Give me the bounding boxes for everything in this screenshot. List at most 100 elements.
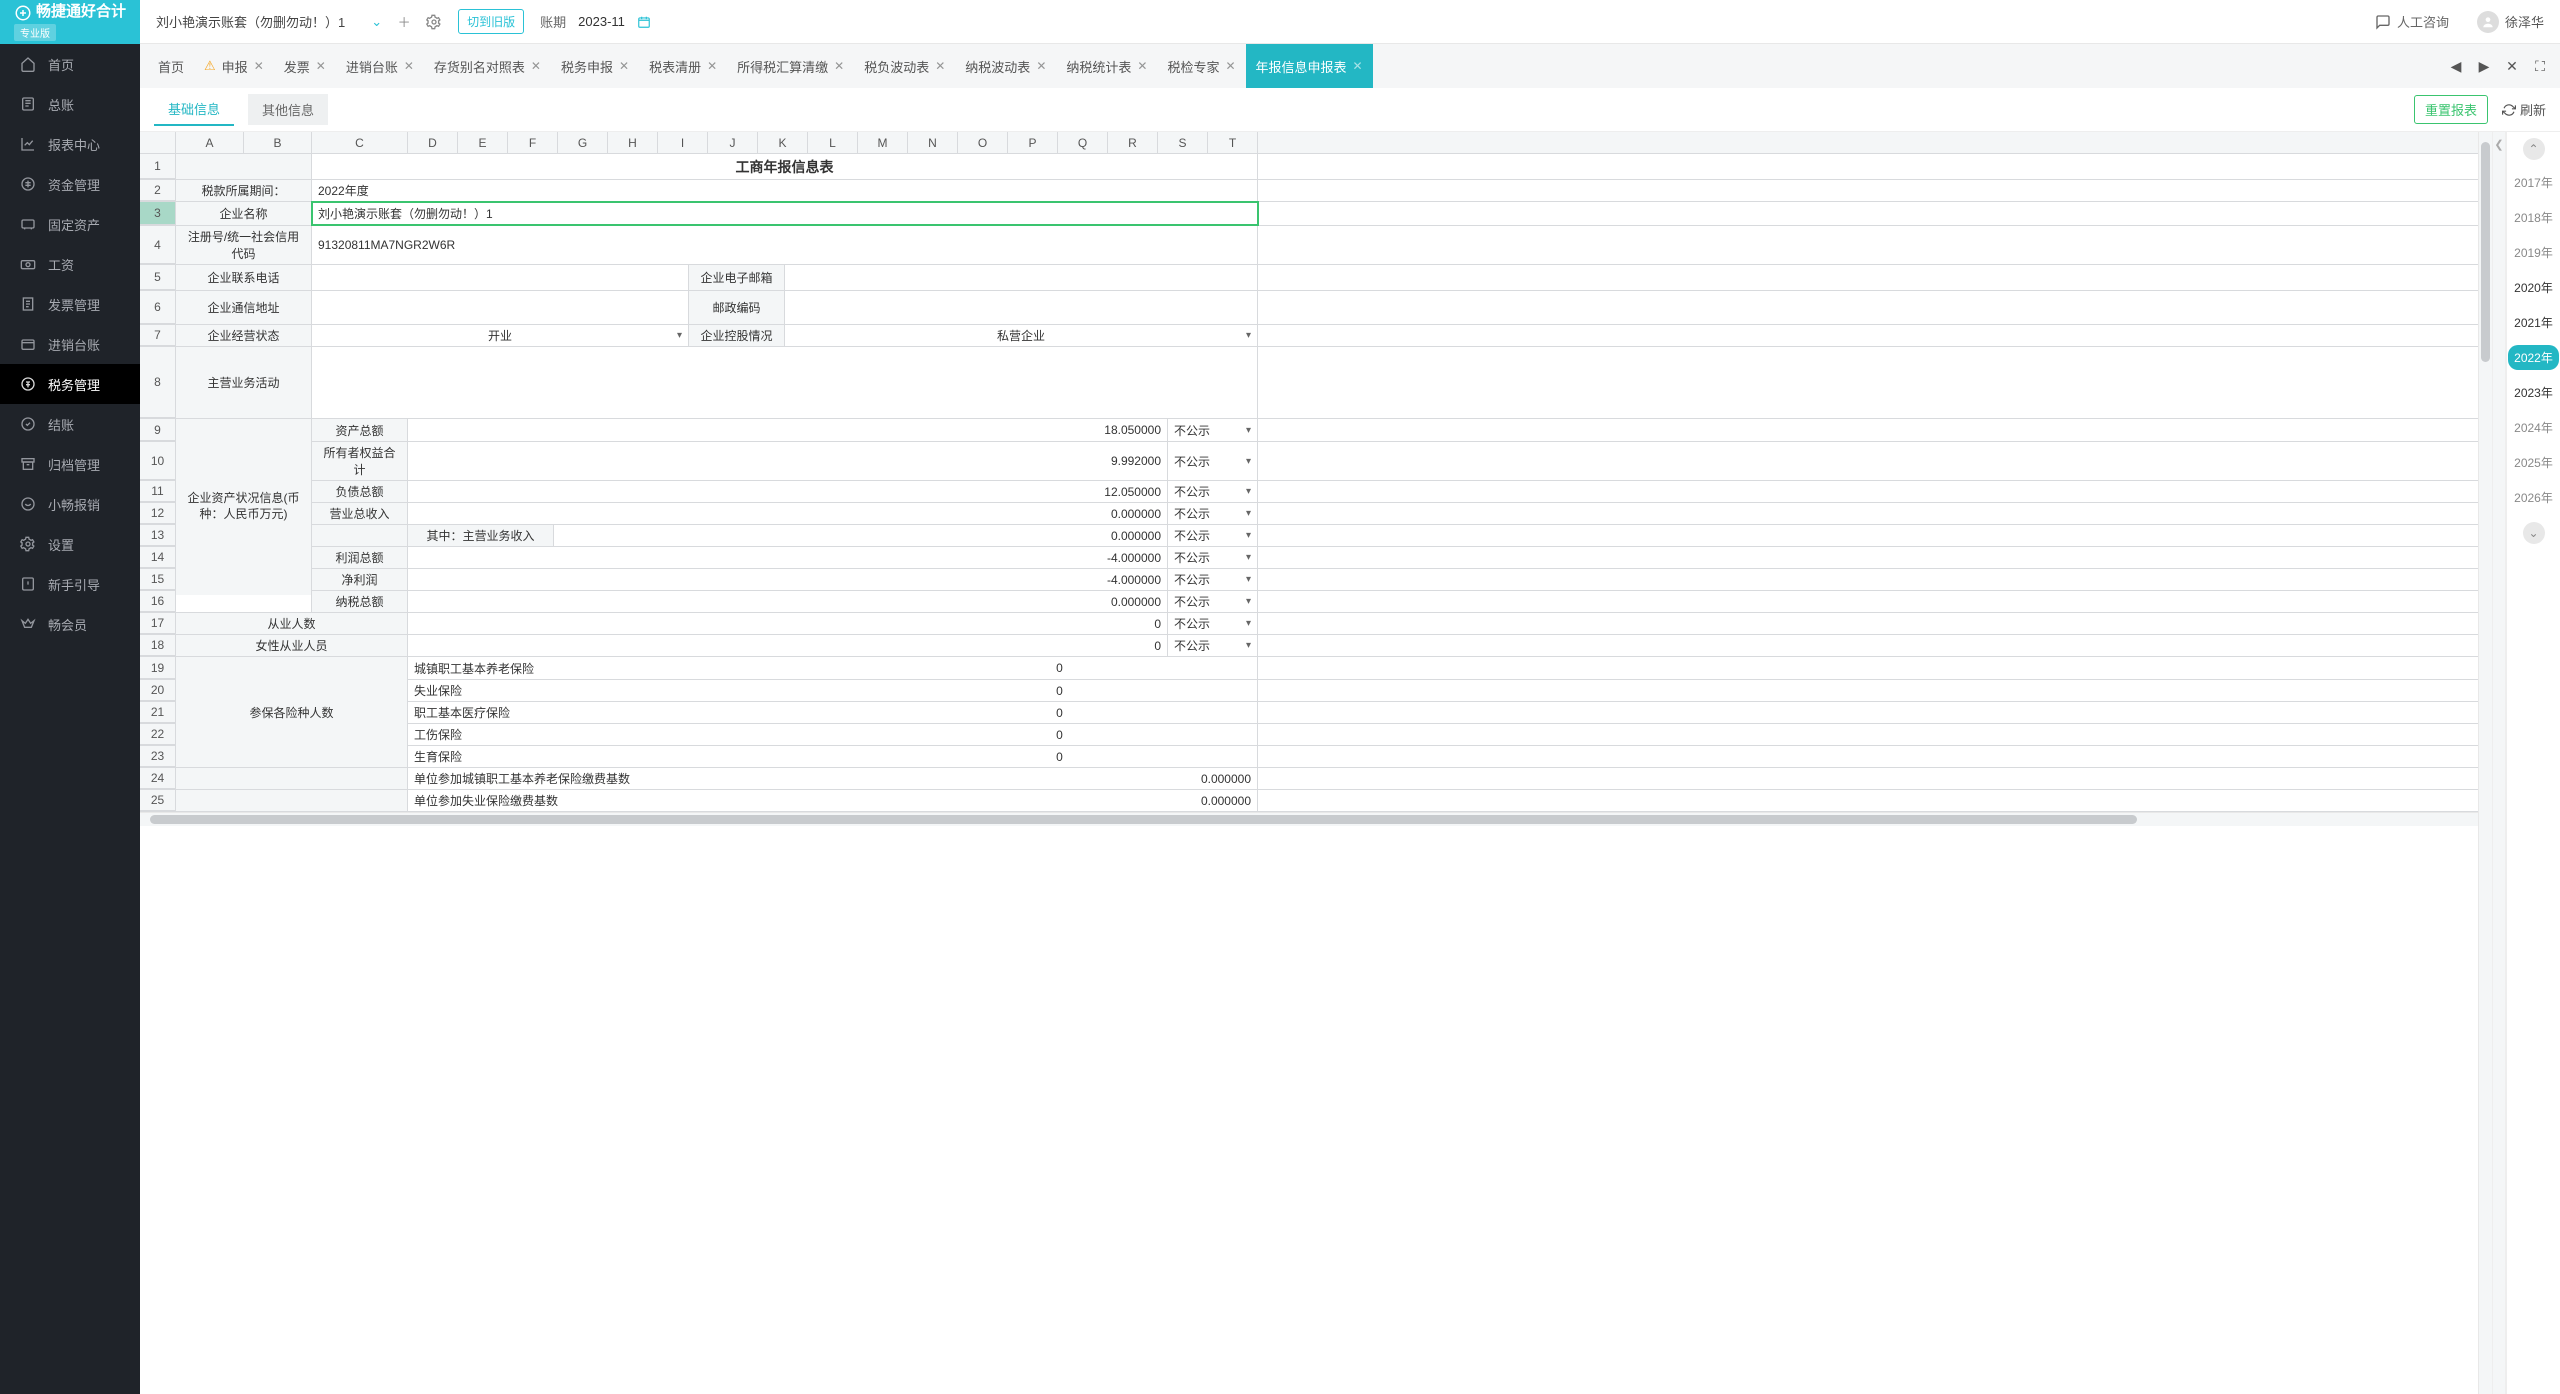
emp-value[interactable]: 0 (408, 613, 1168, 634)
row-header-17[interactable]: 17 (140, 613, 176, 634)
col-header-T[interactable]: T (1208, 132, 1258, 153)
row-header-25[interactable]: 25 (140, 790, 176, 811)
row-header-19[interactable]: 19 (140, 657, 176, 679)
publish-select[interactable]: 不公示 (1168, 481, 1258, 502)
close-icon[interactable]: ✕ (316, 59, 326, 73)
year-2017年[interactable]: 2017年 (2508, 170, 2559, 195)
publish-select[interactable]: 不公示 (1168, 419, 1258, 441)
tab-纳税波动表[interactable]: 纳税波动表✕ (955, 44, 1056, 88)
close-icon[interactable]: ✕ (707, 59, 717, 73)
row-header-3[interactable]: 3 (140, 202, 176, 225)
sidebar-item-purchase[interactable]: 进销台账 (0, 324, 140, 364)
sidebar-item-xiaochang[interactable]: 小畅报销 (0, 484, 140, 524)
publish-select[interactable]: 不公示 (1168, 635, 1258, 656)
sidebar-item-close-period[interactable]: 结账 (0, 404, 140, 444)
col-header-B[interactable]: B (244, 132, 312, 153)
close-icon[interactable]: ✕ (1353, 59, 1363, 73)
row-header-10[interactable]: 10 (140, 442, 176, 480)
row-header-8[interactable]: 8 (140, 347, 176, 418)
email-input[interactable] (785, 265, 1258, 290)
publish-select[interactable]: 不公示 (1168, 591, 1258, 612)
base-value[interactable]: 0.000000 (1058, 790, 1258, 811)
close-icon[interactable]: ✕ (254, 59, 264, 73)
publish-select[interactable]: 不公示 (1168, 613, 1258, 634)
col-header-C[interactable]: C (312, 132, 408, 153)
sidebar-item-fund[interactable]: 资金管理 (0, 164, 140, 204)
user-menu[interactable]: 徐泽华 (2477, 11, 2544, 33)
col-header-R[interactable]: R (1108, 132, 1158, 153)
publish-select[interactable]: 不公示 (1168, 547, 1258, 568)
horizontal-scrollbar[interactable] (140, 812, 2478, 826)
vertical-scrollbar[interactable] (2478, 132, 2492, 1394)
row-header-11[interactable]: 11 (140, 481, 176, 502)
col-header-K[interactable]: K (758, 132, 808, 153)
fin-value[interactable]: -4.000000 (408, 569, 1168, 590)
reset-button[interactable]: 重置报表 (2414, 95, 2488, 124)
row-header-6[interactable]: 6 (140, 291, 176, 324)
col-header-S[interactable]: S (1158, 132, 1208, 153)
tab-税务申报[interactable]: 税务申报✕ (551, 44, 639, 88)
row-header-16[interactable]: 16 (140, 591, 176, 612)
sidebar-item-invoice[interactable]: 发票管理 (0, 284, 140, 324)
year-2020年[interactable]: 2020年 (2508, 275, 2559, 300)
chevron-down-icon[interactable]: ⌄ (371, 14, 382, 30)
col-header-Q[interactable]: Q (1058, 132, 1108, 153)
col-header-H[interactable]: H (608, 132, 658, 153)
tab-税检专家[interactable]: 税检专家✕ (1157, 44, 1245, 88)
sidebar-item-settings[interactable]: 设置 (0, 524, 140, 564)
holding-select[interactable]: 私营企业 (785, 325, 1258, 346)
ins-value[interactable]: 0 (862, 702, 1258, 723)
publish-select[interactable]: 不公示 (1168, 525, 1258, 546)
close-icon[interactable]: ✕ (619, 59, 629, 73)
female-value[interactable]: 0 (408, 635, 1168, 656)
close-icon[interactable]: ✕ (1225, 59, 1235, 73)
close-icon[interactable]: ✕ (834, 59, 844, 73)
year-2022年[interactable]: 2022年 (2508, 345, 2559, 370)
row-header-18[interactable]: 18 (140, 635, 176, 656)
row-header-1[interactable]: 1 (140, 154, 176, 179)
year-2026年[interactable]: 2026年 (2508, 485, 2559, 510)
fin-value[interactable]: 0.000000 (408, 503, 1168, 524)
row-header-4[interactable]: 4 (140, 226, 176, 264)
status-select[interactable]: 开业 (312, 325, 689, 346)
calendar-icon[interactable] (637, 15, 657, 29)
col-header-O[interactable]: O (958, 132, 1008, 153)
tab-存货别名对照表[interactable]: 存货别名对照表✕ (424, 44, 551, 88)
tab-税负波动表[interactable]: 税负波动表✕ (854, 44, 955, 88)
sidebar-item-guide[interactable]: 新手引导 (0, 564, 140, 604)
period-value[interactable]: 2022年度 (312, 180, 1258, 201)
col-header-L[interactable]: L (808, 132, 858, 153)
year-2018年[interactable]: 2018年 (2508, 205, 2559, 230)
col-header-E[interactable]: E (458, 132, 508, 153)
base-value[interactable]: 0.000000 (1058, 768, 1258, 789)
sidebar-item-tax[interactable]: 税务管理 (0, 364, 140, 404)
tab-税表清册[interactable]: 税表清册✕ (639, 44, 727, 88)
col-header-J[interactable]: J (708, 132, 758, 153)
row-header-23[interactable]: 23 (140, 746, 176, 767)
col-header-G[interactable]: G (558, 132, 608, 153)
sidebar-item-report[interactable]: 报表中心 (0, 124, 140, 164)
period-value[interactable]: 2023-11 (578, 14, 625, 29)
company-name-input[interactable]: 刘小艳演示账套（勿删勿动！）1 (312, 202, 1258, 225)
row-header-7[interactable]: 7 (140, 325, 176, 346)
ins-value[interactable]: 0 (862, 680, 1258, 701)
col-header-D[interactable]: D (408, 132, 458, 153)
collapse-year-panel-icon[interactable]: ❮ (2492, 132, 2506, 1394)
col-header-I[interactable]: I (658, 132, 708, 153)
year-2025年[interactable]: 2025年 (2508, 450, 2559, 475)
row-header-15[interactable]: 15 (140, 569, 176, 590)
tab-首页[interactable]: 首页 (148, 44, 194, 88)
switch-old-button[interactable]: 切到旧版 (458, 9, 524, 34)
row-header-22[interactable]: 22 (140, 724, 176, 745)
refresh-button[interactable]: 刷新 (2502, 100, 2546, 119)
year-down-icon[interactable]: ⌄ (2523, 522, 2545, 544)
publish-select[interactable]: 不公示 (1168, 442, 1258, 480)
tab-basic-info[interactable]: 基础信息 (154, 93, 234, 126)
tab-纳税统计表[interactable]: 纳税统计表✕ (1056, 44, 1157, 88)
ins-value[interactable]: 0 (862, 724, 1258, 745)
reg-value[interactable]: 91320811MA7NGR2W6R (312, 226, 1258, 264)
publish-select[interactable]: 不公示 (1168, 503, 1258, 524)
tab-other-info[interactable]: 其他信息 (248, 94, 328, 125)
tab-发票[interactable]: 发票✕ (274, 44, 336, 88)
fin-value[interactable]: -4.000000 (408, 547, 1168, 568)
